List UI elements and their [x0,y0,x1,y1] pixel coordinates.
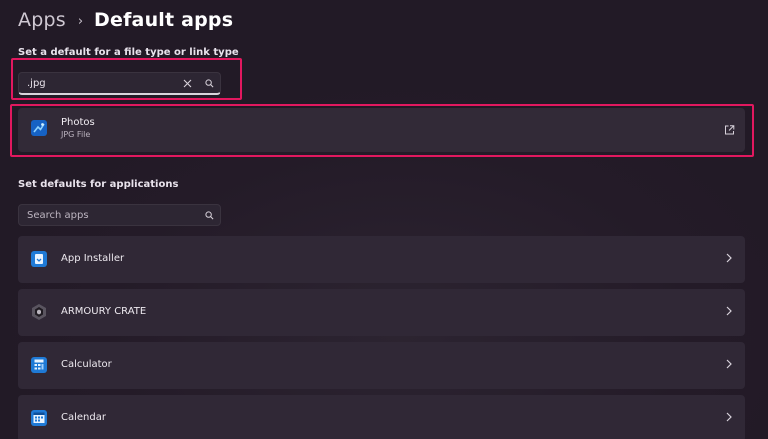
apps-section-label: Set defaults for applications [18,179,179,190]
breadcrumb-apps-link[interactable]: Apps [18,9,66,31]
file-type-section-label: Set a default for a file type or link ty… [18,47,239,58]
chevron-right-icon [726,412,732,422]
photos-result-card[interactable]: Photos JPG File [18,108,745,152]
search-apps-input[interactable]: Search apps [18,204,221,226]
app-row-app-installer[interactable]: App Installer [18,236,745,283]
app-row-label: App Installer [61,253,125,264]
search-icon [204,78,213,87]
file-type-search-input[interactable]: .jpg [18,72,221,95]
app-installer-icon [30,250,48,272]
search-apps-button[interactable] [198,205,220,225]
open-external-icon [725,125,735,135]
armoury-crate-icon [30,303,48,325]
chevron-right-icon [726,359,732,369]
app-row-label: Calendar [61,412,106,423]
clear-search-button[interactable] [176,73,198,93]
breadcrumb-separator-icon: › [77,13,84,29]
result-file-type: JPG File [61,130,91,139]
breadcrumb: Apps › Default apps [18,5,233,35]
calendar-icon [30,409,48,431]
app-row-calendar[interactable]: Calendar [18,395,745,439]
search-icon [204,210,213,219]
chevron-right-icon [726,253,732,263]
close-icon [183,79,191,87]
app-row-label: Calculator [61,359,112,370]
chevron-right-icon [726,306,732,316]
result-app-name: Photos [61,117,95,128]
file-type-search-button[interactable] [198,73,220,93]
page-title: Default apps [94,9,234,31]
open-external-button[interactable] [724,125,735,136]
default-apps-page: Apps › Default apps Set a default for a … [0,0,768,439]
file-type-search-value: .jpg [27,77,46,89]
app-row-label: ARMOURY CRATE [61,306,147,317]
app-row-calculator[interactable]: Calculator [18,342,745,389]
photos-icon [30,119,48,141]
calculator-icon [30,356,48,378]
search-apps-placeholder: Search apps [27,209,89,221]
app-row-armoury-crate[interactable]: ARMOURY CRATE [18,289,745,336]
